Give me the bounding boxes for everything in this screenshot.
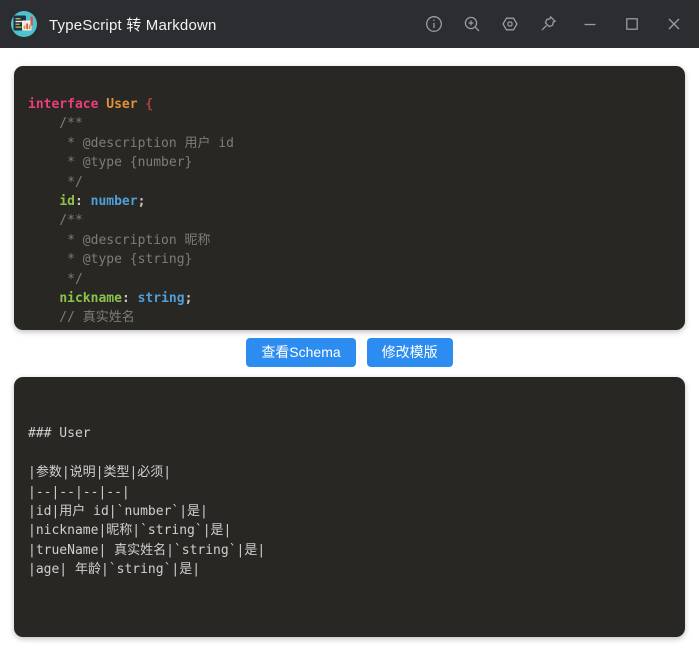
info-icon[interactable] bbox=[423, 13, 445, 35]
action-button-row: 查看Schema 修改模版 bbox=[0, 338, 699, 367]
close-icon[interactable] bbox=[663, 13, 685, 35]
code-editor-content: interface User { /** * @description 用户 i… bbox=[28, 95, 671, 328]
markdown-output: ### User |参数|说明|类型|必须| |--|--|--|--| |id|用… bbox=[14, 377, 685, 637]
markdown-line: |trueName| 真实姓名|`string`|是| bbox=[28, 542, 266, 558]
typescript-editor[interactable]: interface User { /** * @description 用户 i… bbox=[14, 66, 685, 330]
markdown-output-content: ### User |参数|说明|类型|必须| |--|--|--|--| |id|用… bbox=[28, 405, 671, 580]
code-line: */ bbox=[28, 271, 83, 287]
code-line: // 真实姓名 bbox=[28, 310, 135, 326]
code-line: interface User { bbox=[28, 97, 154, 112]
view-schema-button[interactable]: 查看Schema bbox=[246, 338, 356, 367]
code-line: */ bbox=[28, 174, 83, 190]
minimize-icon[interactable] bbox=[579, 13, 601, 35]
markdown-line: |nickname|昵称|`string`|是| bbox=[28, 523, 232, 539]
app-logo-icon bbox=[10, 10, 38, 38]
code-line: id: number; bbox=[59, 194, 146, 210]
markdown-line: |age| 年龄|`string`|是| bbox=[28, 562, 201, 578]
markdown-line bbox=[28, 444, 671, 463]
code-line: /** bbox=[28, 116, 83, 132]
code-line: /** bbox=[28, 213, 83, 229]
window-title: TypeScript 转 Markdown bbox=[49, 16, 217, 34]
markdown-line bbox=[28, 405, 671, 424]
maximize-icon[interactable] bbox=[621, 13, 643, 35]
markdown-line: |id|用户 id|`number`|是| bbox=[28, 504, 208, 520]
code-line: * @description 用户 id bbox=[28, 135, 235, 151]
markdown-line: |参数|说明|类型|必须| bbox=[28, 465, 172, 481]
markdown-line: ### User bbox=[28, 426, 91, 442]
edit-template-button[interactable]: 修改模版 bbox=[366, 338, 453, 367]
settings-icon[interactable] bbox=[499, 13, 521, 35]
titlebar: TypeScript 转 Markdown bbox=[0, 0, 699, 48]
markdown-line: |--|--|--|--| bbox=[28, 484, 130, 500]
code-line: * @type {number} bbox=[28, 155, 193, 171]
code-line: * @description 昵称 bbox=[28, 232, 211, 248]
code-line: nickname: string; bbox=[59, 291, 193, 307]
code-line: * @type {string} bbox=[28, 252, 193, 268]
zoom-in-icon[interactable] bbox=[461, 13, 483, 35]
pin-icon[interactable] bbox=[537, 13, 559, 35]
